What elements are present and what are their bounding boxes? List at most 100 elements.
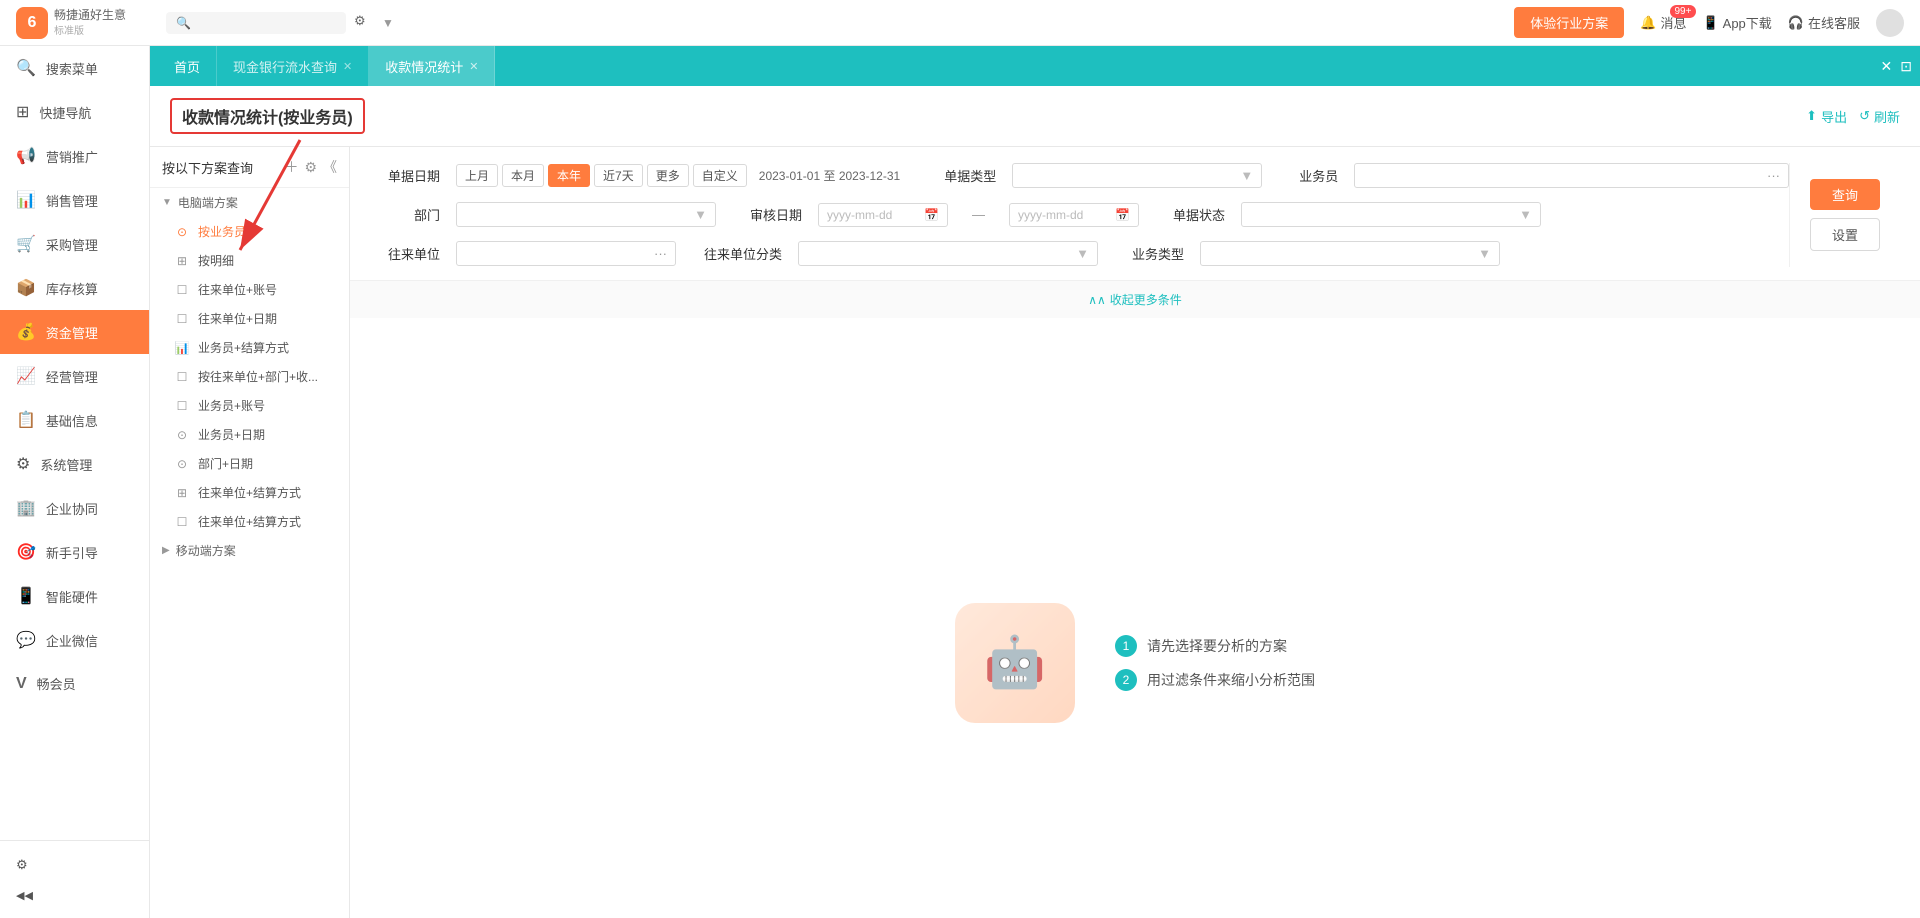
step-1-number: 1: [1115, 635, 1137, 657]
date-label: 单据日期: [370, 166, 440, 185]
chevron-down-icon4: ▼: [1076, 246, 1089, 261]
table-icon: ☐: [174, 282, 190, 298]
review-end-date[interactable]: yyyy-mm-dd 📅: [1009, 203, 1139, 227]
empty-steps: 1 请先选择要分析的方案 2 用过滤条件来缩小分析范围: [1115, 635, 1315, 691]
grid-icon2: ⊞: [174, 485, 190, 501]
sidebar-item-member[interactable]: V 畅会员: [0, 662, 149, 705]
online-service-button[interactable]: 🎧 在线客服: [1788, 13, 1860, 32]
export-button[interactable]: ⬆ 导出: [1806, 107, 1847, 126]
date-btn-more[interactable]: 更多: [647, 164, 689, 187]
chart-icon: 📊: [16, 190, 36, 210]
review-date-label: 审核日期: [742, 205, 802, 224]
scheme-item-unit-dept[interactable]: ☐ 按往来单位+部门+收...: [150, 362, 349, 391]
date-btn-7days[interactable]: 近7天: [594, 164, 643, 187]
scheme-item-salesperson-settle[interactable]: 📊 业务员+结算方式: [150, 333, 349, 362]
table-icon5: ☐: [174, 514, 190, 530]
empty-step-1: 1 请先选择要分析的方案: [1115, 635, 1315, 657]
empty-illustration: 🤖: [955, 603, 1075, 723]
sidebar-item-guide[interactable]: 🎯 新手引导: [0, 530, 149, 574]
sidebar-item-inventory[interactable]: 📦 库存核算: [0, 266, 149, 310]
collapse-icon: ◀◀: [16, 889, 33, 902]
filter-settings-button[interactable]: 设置: [1810, 218, 1880, 251]
type-select[interactable]: ▼: [1012, 163, 1262, 188]
main-content: 首页 现金银行流水查询 ✕ 收款情况统计 ✕ ✕ ⊡ 收款情况统计(按业务员): [150, 46, 1920, 918]
user-avatar[interactable]: [1876, 9, 1904, 37]
trial-button[interactable]: 体验行业方案: [1514, 7, 1624, 38]
calendar-icon2: 📅: [1115, 208, 1130, 222]
scheme-item-salesperson-account[interactable]: ☐ 业务员+账号: [150, 391, 349, 420]
tab-home[interactable]: 首页: [158, 46, 217, 86]
grid-icon: ⊞: [16, 102, 29, 122]
scheme-panel: 按以下方案查询 ＋ ⚙ 《 ▼ 电脑端方案: [150, 147, 350, 918]
sidebar-item-finance[interactable]: 💰 资金管理: [0, 310, 149, 354]
wechat-icon: 💬: [16, 630, 36, 650]
header-search-bar[interactable]: 🔍: [166, 12, 346, 34]
scheme-settings-icon[interactable]: ⚙: [304, 159, 317, 176]
sidebar-item-smart-hw[interactable]: 📱 智能硬件: [0, 574, 149, 618]
scheme-item-by-salesperson[interactable]: ⊙ 按业务员: [150, 217, 349, 246]
sidebar-item-basic-info[interactable]: 📋 基础信息: [0, 398, 149, 442]
add-scheme-icon[interactable]: ＋: [284, 157, 298, 177]
date-separator: —: [972, 207, 985, 222]
window-maximize-icon[interactable]: ⊡: [1900, 58, 1912, 75]
salesperson-input[interactable]: ···: [1354, 163, 1789, 188]
operations-icon: 📈: [16, 366, 36, 386]
scheme-item-salesperson-date[interactable]: ⊙ 业务员+日期: [150, 420, 349, 449]
scheme-item-unit-settle1[interactable]: ⊞ 往来单位+结算方式: [150, 478, 349, 507]
doc-status-select[interactable]: ▼: [1241, 202, 1541, 227]
collapse-bar[interactable]: ∧∧ 收起更多条件: [350, 280, 1920, 318]
scheme-item-unit-date[interactable]: ☐ 往来单位+日期: [150, 304, 349, 333]
tab-collection-stats[interactable]: 收款情况统计 ✕: [369, 46, 495, 86]
settings-gear-icon[interactable]: ⚙: [354, 13, 374, 33]
sidebar-item-operations[interactable]: 📈 经营管理: [0, 354, 149, 398]
counterparty-dots-icon[interactable]: ···: [654, 246, 667, 261]
sidebar-item-system[interactable]: ⚙ 系统管理: [0, 442, 149, 486]
date-btn-this-year[interactable]: 本年: [548, 164, 590, 187]
dots-icon[interactable]: ···: [1767, 168, 1780, 183]
window-close-icon[interactable]: ✕: [1881, 58, 1893, 75]
sidebar-item-sales[interactable]: 📊 销售管理: [0, 178, 149, 222]
sidebar-item-search[interactable]: 🔍 搜索菜单: [0, 46, 149, 90]
sidebar-item-quick-nav[interactable]: ⊞ 快捷导航: [0, 90, 149, 134]
scheme-collapse-icon[interactable]: 《: [323, 157, 337, 177]
counterparty-category-select[interactable]: ▼: [798, 241, 1098, 266]
refresh-button[interactable]: ↺ 刷新: [1859, 107, 1900, 126]
date-btn-last-month[interactable]: 上月: [456, 164, 498, 187]
department-select[interactable]: ▼: [456, 202, 716, 227]
scheme-item-detail[interactable]: ⊞ 按明细: [150, 246, 349, 275]
scheme-group-mobile[interactable]: ▶ 移动端方案: [150, 536, 349, 565]
sidebar-collapse-button[interactable]: ◀◀: [0, 881, 149, 910]
tab-bank-flow[interactable]: 现金银行流水查询 ✕: [217, 46, 369, 86]
tab-bank-flow-close[interactable]: ✕: [343, 60, 352, 73]
search-icon: 🔍: [176, 16, 191, 30]
page-header: 收款情况统计(按业务员) ⬆ 导出 ↺ 刷新: [150, 86, 1920, 147]
money-icon: 💰: [16, 322, 36, 342]
sidebar-item-wechat[interactable]: 💬 企业微信: [0, 618, 149, 662]
page-header-actions: ⬆ 导出 ↺ 刷新: [1806, 107, 1900, 126]
doc-status-label: 单据状态: [1165, 205, 1225, 224]
sidebar-item-marketing[interactable]: 📢 营销推广: [0, 134, 149, 178]
avatar-placeholder: [1876, 9, 1904, 37]
message-button[interactable]: 🔔 消息 99+: [1640, 13, 1686, 32]
app-download-button[interactable]: 📱 App下载: [1702, 13, 1771, 32]
tab-collection-stats-close[interactable]: ✕: [469, 60, 478, 73]
sidebar-settings-button[interactable]: ⚙: [0, 849, 149, 881]
scheme-item-unit-settle2[interactable]: ☐ 往来单位+结算方式: [150, 507, 349, 536]
query-button[interactable]: 查询: [1810, 179, 1880, 210]
date-btn-custom[interactable]: 自定义: [693, 164, 747, 187]
date-btn-this-month[interactable]: 本月: [502, 164, 544, 187]
table-icon3: ☐: [174, 369, 190, 385]
sidebar-item-purchase[interactable]: 🛒 采购管理: [0, 222, 149, 266]
biz-type-select[interactable]: ▼: [1200, 241, 1500, 266]
review-start-date[interactable]: yyyy-mm-dd 📅: [818, 203, 948, 227]
chevron-down-icon[interactable]: ▼: [382, 16, 394, 30]
header-nav: 🔍 ⚙ ▼: [166, 12, 1514, 34]
enterprise-icon: 🏢: [16, 498, 36, 518]
scheme-item-unit-account[interactable]: ☐ 往来单位+账号: [150, 275, 349, 304]
sidebar-item-enterprise[interactable]: 🏢 企业协同: [0, 486, 149, 530]
clipboard-icon: 📋: [16, 410, 36, 430]
filter-header-row: 单据日期 上月 本月 本年 近7天 更多 自定义 2023-01-01 至 20…: [350, 147, 1920, 280]
scheme-group-pc[interactable]: ▼ 电脑端方案: [150, 188, 349, 217]
scheme-item-dept-date[interactable]: ⊙ 部门+日期: [150, 449, 349, 478]
counterparty-input[interactable]: ···: [456, 241, 676, 266]
